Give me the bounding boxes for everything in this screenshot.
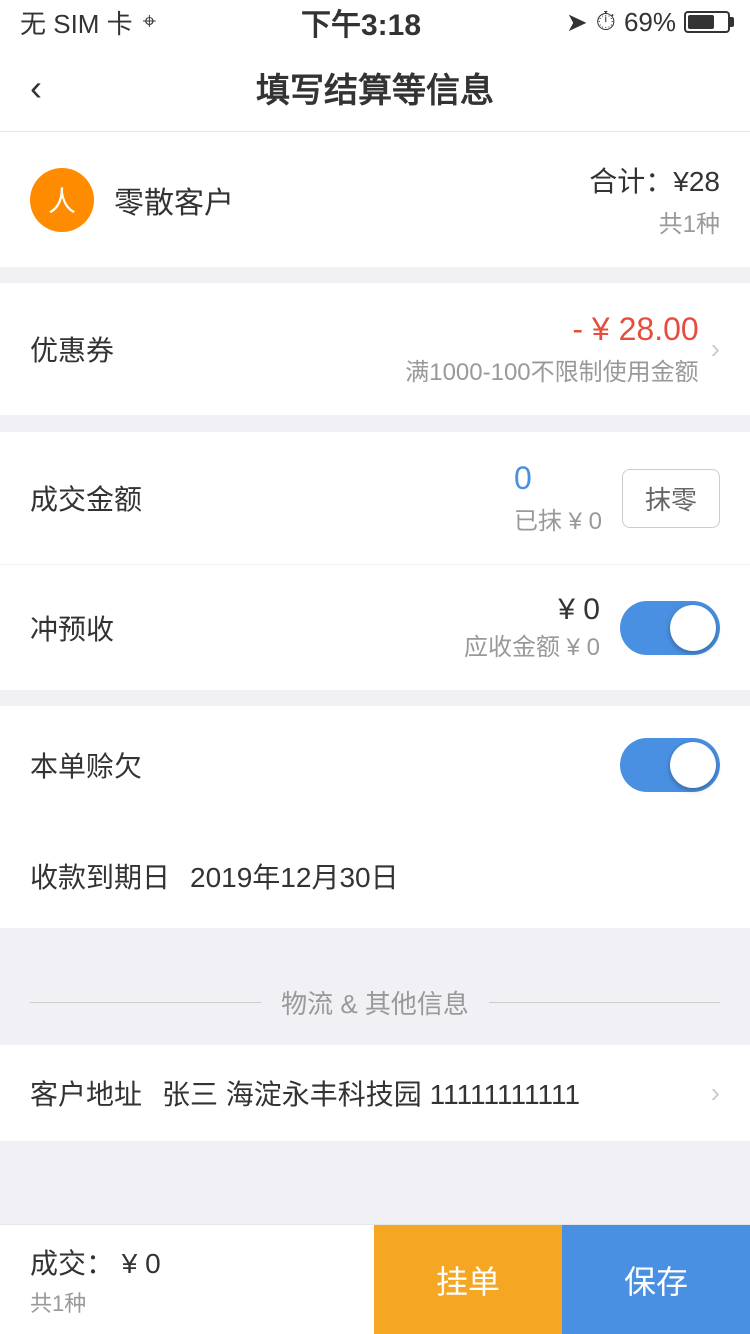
address-section: 客户地址 张三 海淀永丰科技园 11111111111 › [0,1045,750,1141]
coupon-label: 优惠券 [30,329,114,369]
coupon-right: - ¥ 28.00 满1000-100不限制使用金额 › [405,311,720,387]
deal-amount-row: 成交金额 0 已抹 ¥ 0 抹零 [0,432,750,565]
prepay-label: 冲预收 [30,608,114,648]
back-button[interactable]: ‹ [30,67,42,109]
page-title: 填写结算等信息 [256,63,494,112]
deal-amount-value-col: 0 已抹 ¥ 0 [514,460,602,536]
divider [0,944,750,960]
coupon-chevron-icon: › [711,333,720,365]
toggle-knob [670,605,716,651]
address-value: 张三 海淀永丰科技园 11111111111 [162,1073,711,1113]
avatar: 人 [30,168,94,232]
bottom-count: 共1种 [30,1286,344,1318]
due-date-value: 2019年12月30日 [190,856,399,896]
bottom-deal: 成交： ¥ 0 [30,1242,344,1282]
bottom-deal-label: 成交： [30,1248,114,1279]
location-icon: ➤ [566,7,588,38]
save-button[interactable]: 保存 [562,1225,750,1334]
deal-amount-value: 0 [514,460,602,497]
coupon-desc: 满1000-100不限制使用金额 [405,352,698,387]
due-date-label: 收款到期日 [30,856,170,896]
battery-percent: 69% [624,7,676,38]
credit-label: 本单赊欠 [30,745,142,785]
bottom-info: 成交： ¥ 0 共1种 [0,1242,374,1318]
coupon-section: 优惠券 - ¥ 28.00 满1000-100不限制使用金额 › [0,283,750,416]
address-chevron-icon: › [711,1077,720,1109]
avatar-icon: 人 [48,180,76,220]
credit-row: 本单赊欠 [0,706,750,824]
prepay-row: 冲预收 ¥ 0 应收金额 ¥ 0 [0,565,750,690]
deal-amount-sub: 已抹 ¥ 0 [514,501,602,536]
nav-bar: ‹ 填写结算等信息 [0,44,750,132]
prepay-sub: 应收金额 ¥ 0 [464,627,600,662]
address-label: 客户地址 [30,1073,142,1113]
deal-amount-label: 成交金额 [30,478,142,518]
credit-toggle[interactable] [620,738,720,792]
wifi-icon: ⌖ [143,8,157,36]
round-zero-button[interactable]: 抹零 [622,469,720,528]
due-date-row: 收款到期日 2019年12月30日 [0,824,750,928]
prepay-values: ¥ 0 应收金额 ¥ 0 [464,593,600,662]
coupon-row[interactable]: 优惠券 - ¥ 28.00 满1000-100不限制使用金额 › [0,283,750,416]
prepay-right: ¥ 0 应收金额 ¥ 0 [464,593,720,662]
sim-status: 无 SIM 卡 [20,4,133,41]
logistics-title: 物流 & 其他信息 [281,984,469,1021]
status-right: ➤ ⏱ 69% [566,6,730,38]
logistics-line-right [489,1002,720,1003]
customer-name: 零散客户 [114,178,234,222]
coupon-value: - ¥ 28.00 [405,311,698,348]
customer-count: 共1种 [589,204,720,239]
coupon-value-col: - ¥ 28.00 满1000-100不限制使用金额 [405,311,698,387]
credit-toggle-knob [670,742,716,788]
deal-amount-right: 0 已抹 ¥ 0 抹零 [514,460,720,536]
status-time: 下午3:18 [301,0,421,44]
alarm-icon: ⏱ [596,6,616,38]
bottom-bar: 成交： ¥ 0 共1种 挂单 保存 [0,1224,750,1334]
credit-section: 本单赊欠 收款到期日 2019年12月30日 [0,706,750,928]
battery-icon [684,11,730,33]
status-left: 无 SIM 卡 ⌖ [20,4,156,41]
status-bar: 无 SIM 卡 ⌖ 下午3:18 ➤ ⏱ 69% [0,0,750,44]
customer-row: 人 零散客户 合计：¥28 共1种 [0,132,750,267]
prepay-amount: ¥ 0 [464,593,600,627]
hang-button[interactable]: 挂单 [374,1225,562,1334]
customer-info: 人 零散客户 [30,168,234,232]
logistics-line-left [30,1002,261,1003]
logistics-header: 物流 & 其他信息 [0,960,750,1045]
customer-summary: 合计：¥28 共1种 [589,160,720,239]
deal-amount-section: 成交金额 0 已抹 ¥ 0 抹零 冲预收 ¥ 0 应收金额 ¥ 0 [0,432,750,690]
prepay-toggle[interactable] [620,601,720,655]
content-area: 人 零散客户 合计：¥28 共1种 优惠券 - ¥ 28.00 满1000-10… [0,132,750,1277]
address-row[interactable]: 客户地址 张三 海淀永丰科技园 11111111111 › [0,1045,750,1141]
customer-total: 合计：¥28 [589,160,720,200]
bottom-deal-value: ¥ 0 [122,1248,161,1279]
